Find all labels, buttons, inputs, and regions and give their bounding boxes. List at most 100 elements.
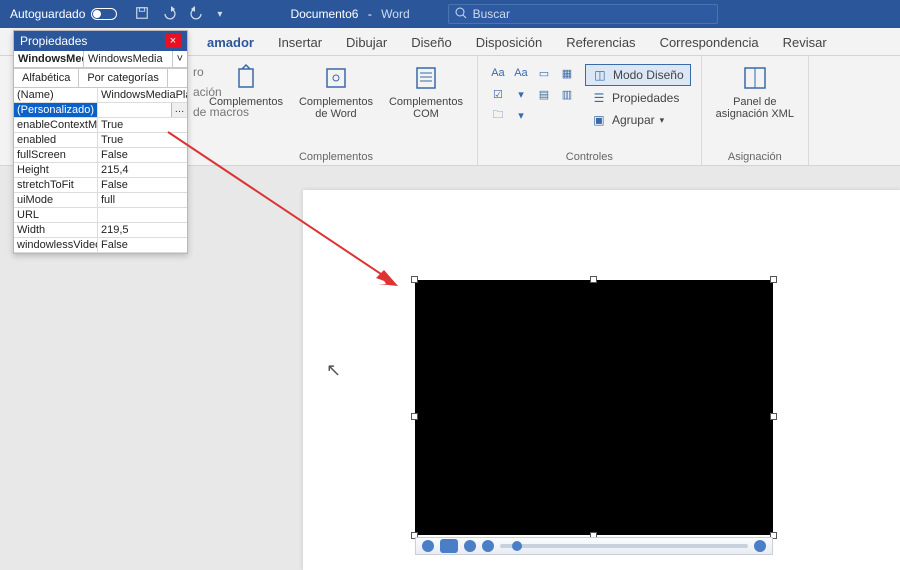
properties-button[interactable]: ☰ Propiedades bbox=[585, 88, 691, 108]
property-name: URL bbox=[14, 208, 98, 222]
group-controles: Aa Aa ▭ ▦ ☑ ▾ ▤ ▥ 🗀 ▾ ◫ bbox=[478, 56, 702, 165]
property-row[interactable]: stretchToFitFalse bbox=[14, 178, 187, 193]
property-value[interactable] bbox=[98, 208, 187, 222]
search-box[interactable]: Buscar bbox=[448, 4, 718, 24]
media-player-object[interactable] bbox=[413, 278, 775, 555]
addins-icon bbox=[230, 62, 262, 94]
resize-handle[interactable] bbox=[590, 276, 597, 283]
property-value[interactable]: False bbox=[98, 238, 187, 252]
com-addins-icon bbox=[410, 62, 442, 94]
group-label-asignacion: Asignación bbox=[728, 151, 782, 163]
design-mode-button[interactable]: ◫ Modo Diseño bbox=[585, 64, 691, 86]
property-row[interactable]: fullScreenFalse bbox=[14, 148, 187, 163]
tab-revisar[interactable]: Revisar bbox=[771, 30, 839, 55]
chevron-down-icon: ▾ bbox=[660, 115, 665, 126]
properties-title-label: Propiedades bbox=[20, 34, 87, 48]
media-mute-icon[interactable] bbox=[754, 540, 766, 552]
search-placeholder: Buscar bbox=[473, 7, 510, 21]
property-name: windowlessVideo bbox=[14, 238, 98, 252]
object-selector[interactable]: WindowsMed WindowsMedia ˅ bbox=[14, 51, 187, 68]
chevron-down-icon[interactable]: ˅ bbox=[172, 51, 187, 67]
complementos-button[interactable]: Complementos bbox=[203, 60, 289, 122]
checkbox-control-icon[interactable]: ☑ bbox=[488, 85, 508, 103]
tab-disposicion[interactable]: Disposición bbox=[464, 30, 554, 55]
date-control-icon[interactable]: ▥ bbox=[557, 85, 577, 103]
property-row[interactable]: windowlessVideoFalse bbox=[14, 238, 187, 253]
tab-alfabetica[interactable]: Alfabética bbox=[14, 69, 79, 87]
complementos-word-button[interactable]: Complementos de Word bbox=[293, 60, 379, 122]
resize-handle[interactable] bbox=[770, 276, 777, 283]
property-row[interactable]: URL bbox=[14, 208, 187, 223]
search-icon bbox=[455, 7, 467, 22]
property-value[interactable]: … bbox=[98, 103, 187, 117]
property-value[interactable]: full bbox=[98, 193, 187, 207]
xml-panel-button[interactable]: Panel de asignación XML bbox=[710, 60, 800, 122]
property-row[interactable]: enabledTrue bbox=[14, 133, 187, 148]
ellipsis-button[interactable]: … bbox=[171, 103, 187, 117]
media-play-icon[interactable] bbox=[440, 539, 458, 553]
property-name: (Name) bbox=[14, 88, 98, 102]
quick-access-toolbar: ▾ bbox=[135, 6, 222, 23]
qat-more-icon[interactable]: ▾ bbox=[217, 9, 222, 20]
property-row[interactable]: (Name)WindowsMediaPlayer bbox=[14, 88, 187, 103]
property-row[interactable]: Height215,4 bbox=[14, 163, 187, 178]
property-value[interactable]: WindowsMediaPlayer bbox=[98, 88, 187, 102]
property-name: (Personalizado) bbox=[14, 103, 98, 117]
dropdown-control-icon[interactable]: ▤ bbox=[534, 85, 554, 103]
property-name: uiMode bbox=[14, 193, 98, 207]
property-row[interactable]: Width219,5 bbox=[14, 223, 187, 238]
group-asignacion: Panel de asignación XML Asignación bbox=[702, 56, 809, 165]
picture-control-icon[interactable]: ▭ bbox=[534, 64, 554, 82]
property-value[interactable]: 215,4 bbox=[98, 163, 187, 177]
redo-icon[interactable] bbox=[189, 6, 205, 23]
resize-handle[interactable] bbox=[770, 413, 777, 420]
media-stop-icon[interactable] bbox=[422, 540, 434, 552]
legacy-tools-icon[interactable]: 🗀 bbox=[488, 106, 508, 124]
property-value[interactable]: 219,5 bbox=[98, 223, 187, 237]
property-value[interactable]: True bbox=[98, 133, 187, 147]
rich-text-control-icon[interactable]: Aa bbox=[488, 64, 508, 82]
group-label-controles: Controles bbox=[566, 151, 613, 163]
complementos-com-button[interactable]: Complementos COM bbox=[383, 60, 469, 122]
cursor-pointer-icon: ↖ bbox=[326, 360, 341, 381]
media-prev-icon[interactable] bbox=[464, 540, 476, 552]
building-block-control-icon[interactable]: ▦ bbox=[557, 64, 577, 82]
group-icon: ▣ bbox=[591, 112, 607, 128]
property-row[interactable]: enableContextMenuTrue bbox=[14, 118, 187, 133]
controls-gallery: Aa Aa ▭ ▦ ☑ ▾ ▤ ▥ 🗀 ▾ bbox=[486, 60, 579, 130]
tab-referencias[interactable]: Referencias bbox=[554, 30, 647, 55]
save-icon[interactable] bbox=[135, 6, 149, 23]
tab-insertar[interactable]: Insertar bbox=[266, 30, 334, 55]
word-addins-icon bbox=[320, 62, 352, 94]
tab-diseno[interactable]: Diseño bbox=[399, 30, 463, 55]
tab-por-categorias[interactable]: Por categorías bbox=[79, 69, 168, 87]
property-row[interactable]: uiModefull bbox=[14, 193, 187, 208]
group-complementos: Complementos Complementos de Word Comple… bbox=[195, 56, 478, 165]
property-value[interactable]: False bbox=[98, 148, 187, 162]
property-row[interactable]: (Personalizado) … bbox=[14, 103, 187, 118]
property-name: fullScreen bbox=[14, 148, 98, 162]
close-icon[interactable]: × bbox=[165, 34, 181, 48]
plain-text-control-icon[interactable]: Aa bbox=[511, 64, 531, 82]
property-value[interactable]: False bbox=[98, 178, 187, 192]
property-name: Width bbox=[14, 223, 98, 237]
media-video-area bbox=[415, 280, 773, 535]
media-seek-thumb[interactable] bbox=[512, 541, 522, 551]
media-seek-track[interactable] bbox=[500, 544, 748, 548]
properties-titlebar[interactable]: Propiedades × bbox=[14, 31, 187, 51]
property-name: Height bbox=[14, 163, 98, 177]
resize-handle[interactable] bbox=[411, 413, 418, 420]
tab-dibujar[interactable]: Dibujar bbox=[334, 30, 399, 55]
combobox-control-icon[interactable]: ▾ bbox=[511, 85, 531, 103]
legacy-dropdown-icon[interactable]: ▾ bbox=[511, 106, 531, 124]
autosave-toggle[interactable] bbox=[91, 8, 117, 20]
autosave-control[interactable]: Autoguardado bbox=[10, 7, 117, 21]
undo-icon[interactable] bbox=[161, 6, 177, 23]
group-button[interactable]: ▣ Agrupar ▾ bbox=[585, 110, 691, 130]
tab-programador[interactable]: amador bbox=[195, 30, 266, 55]
resize-handle[interactable] bbox=[411, 276, 418, 283]
tab-correspondencia[interactable]: Correspondencia bbox=[648, 30, 771, 55]
property-value[interactable]: True bbox=[98, 118, 187, 132]
title-bar: Autoguardado ▾ Documento6 - Word Buscar bbox=[0, 0, 900, 28]
media-next-icon[interactable] bbox=[482, 540, 494, 552]
